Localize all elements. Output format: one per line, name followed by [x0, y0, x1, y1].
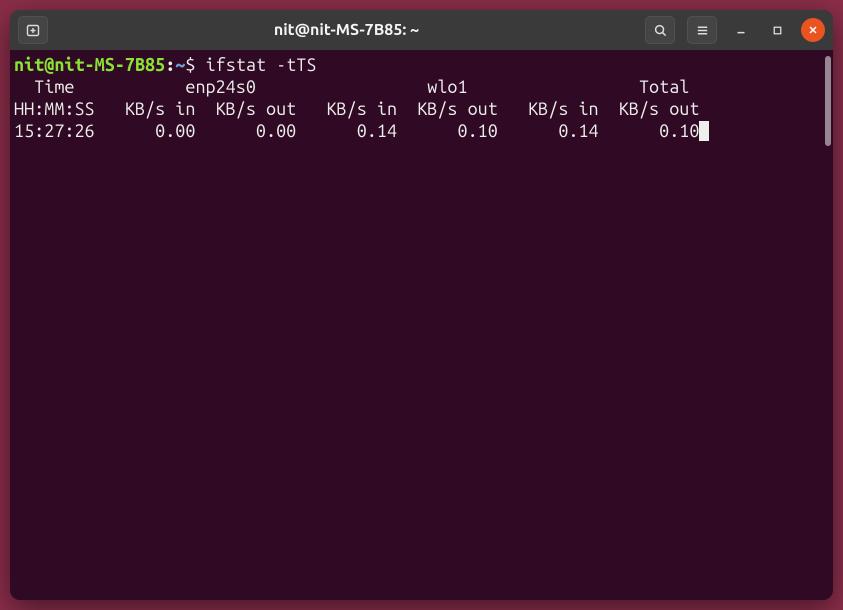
- terminal-content[interactable]: nit@nit-MS-7B85:~$ ifstat -tTS Time enp2…: [14, 54, 823, 596]
- minimize-button[interactable]: [729, 18, 753, 42]
- new-tab-icon: [25, 22, 41, 38]
- new-tab-button[interactable]: [18, 16, 48, 44]
- maximize-button[interactable]: [765, 18, 789, 42]
- search-icon: [653, 23, 668, 38]
- scrollbar-thumb[interactable]: [825, 56, 831, 146]
- prompt-user-host: nit@nit-MS-7B85: [14, 55, 165, 75]
- minimize-icon: [734, 23, 748, 37]
- window-title: nit@nit-MS-7B85: ~: [54, 21, 639, 39]
- terminal-area[interactable]: nit@nit-MS-7B85:~$ ifstat -tTS Time enp2…: [10, 50, 833, 600]
- menu-button[interactable]: [687, 16, 717, 44]
- cursor: [699, 121, 709, 141]
- search-button[interactable]: [645, 16, 675, 44]
- titlebar: nit@nit-MS-7B85: ~: [10, 10, 833, 50]
- scrollbar[interactable]: [823, 54, 833, 596]
- close-icon: [807, 24, 819, 36]
- output-data-row: 15:27:26 0.00 0.00 0.14 0.10 0.14 0.10: [14, 121, 699, 141]
- prompt-colon: :: [165, 55, 175, 75]
- titlebar-left: [18, 16, 48, 44]
- maximize-icon: [771, 24, 784, 37]
- close-button[interactable]: [801, 18, 825, 42]
- terminal-window: nit@nit-MS-7B85: ~: [10, 10, 833, 600]
- output-header-2: HH:MM:SS KB/s in KB/s out KB/s in KB/s o…: [14, 99, 699, 119]
- prompt-dollar: $: [185, 55, 195, 75]
- command-text: [195, 55, 205, 75]
- command: ifstat -tTS: [206, 55, 317, 75]
- menu-icon: [695, 23, 710, 38]
- output-header-1: Time enp24s0 wlo1 Total: [14, 77, 760, 97]
- titlebar-right: [645, 16, 825, 44]
- prompt-path: ~: [175, 55, 185, 75]
